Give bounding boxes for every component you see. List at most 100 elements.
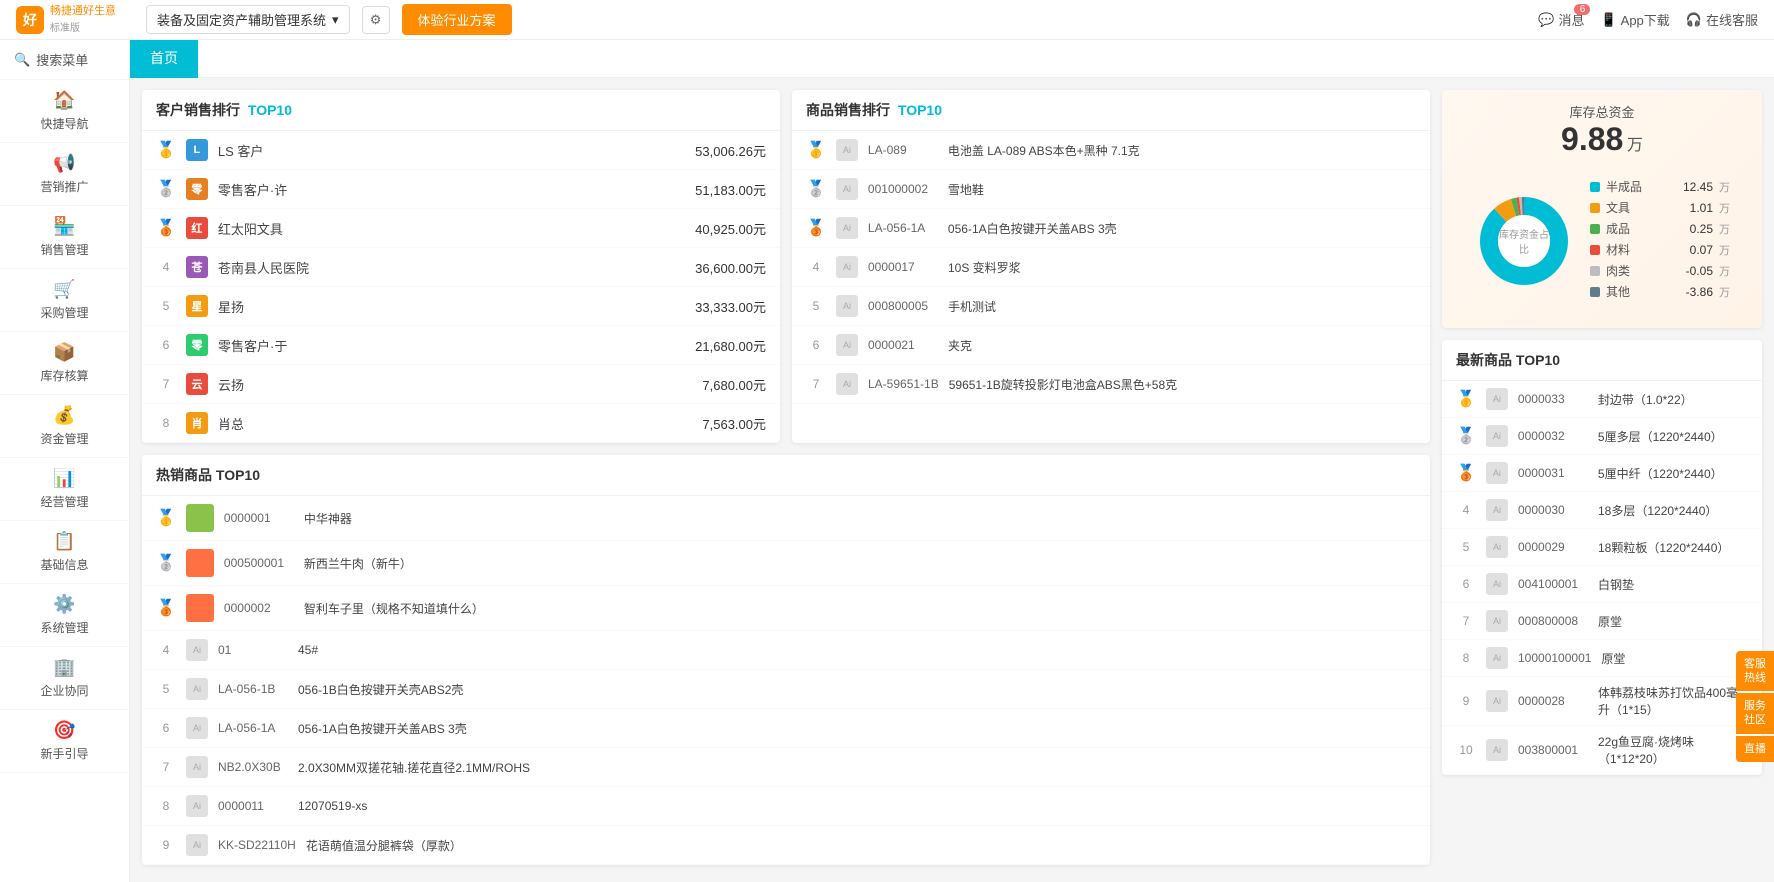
product-avatar: Ai <box>1486 388 1508 410</box>
product-ranking-title: 商品销售排行 TOP10 <box>806 100 942 120</box>
legend-unit: 万 <box>1719 284 1730 300</box>
product-avatar: Ai <box>186 678 208 700</box>
medal-icon: 🥈 <box>1456 426 1476 446</box>
sidebar-item-system[interactable]: ⚙️ 系统管理 <box>0 584 129 647</box>
legend-item: 材料 0.07 万 <box>1590 241 1730 258</box>
product-avatar: Ai <box>1486 536 1508 558</box>
sidebar-item-finance[interactable]: 💰 资金管理 <box>0 395 129 458</box>
trial-button[interactable]: 体验行业方案 <box>402 4 512 35</box>
product-name: 5厘多层（1220*2440） <box>1598 428 1748 445</box>
customer-name: 零售客户·许 <box>218 180 685 199</box>
table-row: 🥈 Ai 0000032 5厘多层（1220*2440） <box>1442 418 1762 455</box>
sidebar-item-basic[interactable]: 📋 基础信息 <box>0 521 129 584</box>
legend-dot <box>1590 245 1600 255</box>
legend-unit: 万 <box>1719 263 1730 279</box>
legend-value: 0.25 <box>1690 222 1713 236</box>
legend-unit: 万 <box>1719 242 1730 258</box>
product-image <box>186 594 214 622</box>
product-code: 003800001 <box>1518 743 1588 757</box>
customer-amount: 40,925.00元 <box>695 219 766 238</box>
medal-icon: 🥇 <box>806 140 826 160</box>
search-menu-label: 搜索菜单 <box>36 50 88 69</box>
product-name: 夹克 <box>948 337 1416 354</box>
logo-sub: 标准版 <box>50 19 116 34</box>
customer-amount: 51,183.00元 <box>695 180 766 199</box>
avatar: 红 <box>186 217 208 239</box>
rank-number: 8 <box>1456 651 1476 665</box>
legend-name: 材料 <box>1606 241 1684 258</box>
medal-icon: 🥈 <box>156 179 176 199</box>
product-code: 001000002 <box>868 182 938 196</box>
table-row: 7 云 云扬 7,680.00元 <box>142 365 780 404</box>
online-service-button[interactable]: 🎧 在线客服 <box>1686 10 1758 29</box>
customer-name: 肖总 <box>218 414 692 433</box>
donut-center-label: 库存资金占比 <box>1499 226 1549 256</box>
message-icon: 💬 <box>1538 12 1554 28</box>
right-column: 库存总资金 9.88 万 <box>1442 90 1762 870</box>
customer-hotline-button[interactable]: 客服热线 <box>1736 651 1774 692</box>
customer-amount: 33,333.00元 <box>695 297 766 316</box>
sidebar-item-inventory[interactable]: 📦 库存核算 <box>0 332 129 395</box>
sidebar-item-operation[interactable]: 📊 经营管理 <box>0 458 129 521</box>
product-name: 056-1B白色按键开关壳ABS2壳 <box>298 681 1416 698</box>
search-menu[interactable]: 🔍 搜索菜单 <box>0 40 129 80</box>
table-row: 5 Ai 0000029 18颗粒板（1220*2440） <box>1442 529 1762 566</box>
settings-icon: ⚙️ <box>53 594 75 615</box>
legend-list: 半成品 12.45 万 文具 1.01 万 <box>1590 178 1730 304</box>
product-name: 056-1A白色按键开关盖ABS 3壳 <box>298 720 1416 737</box>
home-icon: 🏠 <box>53 90 75 111</box>
message-button[interactable]: 💬 6 消息 <box>1538 10 1584 29</box>
inventory-total-section: 库存总资金 9.88 万 <box>1458 102 1746 158</box>
rank-number: 10 <box>1456 743 1476 757</box>
product-name: 原堂 <box>1601 650 1748 667</box>
medal-icon: 🥇 <box>156 508 176 528</box>
system-selector[interactable]: 装备及固定资产辅助管理系统 ▾ <box>146 5 350 34</box>
product-avatar: Ai <box>186 639 208 661</box>
tab-home[interactable]: 首页 <box>130 40 198 78</box>
table-row: 🥇 0000001 中华神器 <box>142 496 1430 541</box>
table-row: 5 星 星扬 33,333.00元 <box>142 287 780 326</box>
header-right: 💬 6 消息 📱 App下载 🎧 在线客服 <box>1538 10 1758 29</box>
app-download-button[interactable]: 📱 App下载 <box>1600 10 1669 29</box>
rank-number: 4 <box>156 260 176 274</box>
table-row: 🥉 Ai 0000031 5厘中纤（1220*2440） <box>1442 455 1762 492</box>
product-code: 10000100001 <box>1518 651 1591 665</box>
sidebar-item-corp[interactable]: 🏢 企业协同 <box>0 647 129 710</box>
table-row: 8 Ai 0000011 12070519-xs <box>142 787 1430 826</box>
sidebar-label-system: 系统管理 <box>40 619 88 636</box>
search-icon: 🔍 <box>14 52 30 68</box>
legend-item: 肉类 -0.05 万 <box>1590 262 1730 279</box>
sidebar-item-quicknav[interactable]: 🏠 快捷导航 <box>0 80 129 143</box>
table-row: 4 苍 苍南县人民医院 36,600.00元 <box>142 248 780 287</box>
sidebar-item-newbie[interactable]: 🎯 新手引导 <box>0 710 129 773</box>
rank-number: 8 <box>156 416 176 430</box>
product-name: 45# <box>298 643 1416 657</box>
legend-dot <box>1590 266 1600 276</box>
sidebar-label-basic: 基础信息 <box>40 556 88 573</box>
avatar: L <box>186 139 208 161</box>
hot-products-title: 热销商品 TOP10 <box>156 465 260 485</box>
rank-number: 5 <box>156 682 176 696</box>
product-name: 18颗粒板（1220*2440） <box>1598 539 1748 556</box>
medal-icon: 🥈 <box>806 179 826 199</box>
service-community-button[interactable]: 服务社区 <box>1736 693 1774 734</box>
legend-value: -3.86 <box>1686 285 1713 299</box>
store-icon: 🏪 <box>53 216 75 237</box>
customer-ranking-header: 客户销售排行 TOP10 <box>142 90 780 131</box>
sidebar-item-sales[interactable]: 🏪 销售管理 <box>0 206 129 269</box>
rank-number: 7 <box>156 760 176 774</box>
product-avatar: Ai <box>186 795 208 817</box>
table-row: 6 零 零售客户·于 21,680.00元 <box>142 326 780 365</box>
sidebar-item-purchase[interactable]: 🛒 采购管理 <box>0 269 129 332</box>
product-code: 004100001 <box>1518 577 1588 591</box>
legend-item: 半成品 12.45 万 <box>1590 178 1730 195</box>
live-stream-button[interactable]: 直播 <box>1736 736 1774 762</box>
settings-button[interactable]: ⚙ <box>362 6 390 34</box>
sidebar-item-marketing[interactable]: 📢 营销推广 <box>0 143 129 206</box>
rank-number: 5 <box>156 299 176 313</box>
legend-unit: 万 <box>1719 200 1730 216</box>
customer-ranking-title: 客户销售排行 TOP10 <box>156 100 292 120</box>
target-icon: 🎯 <box>53 720 75 741</box>
product-code: 0000028 <box>1518 694 1588 708</box>
medal-icon: 🥉 <box>1456 463 1476 483</box>
